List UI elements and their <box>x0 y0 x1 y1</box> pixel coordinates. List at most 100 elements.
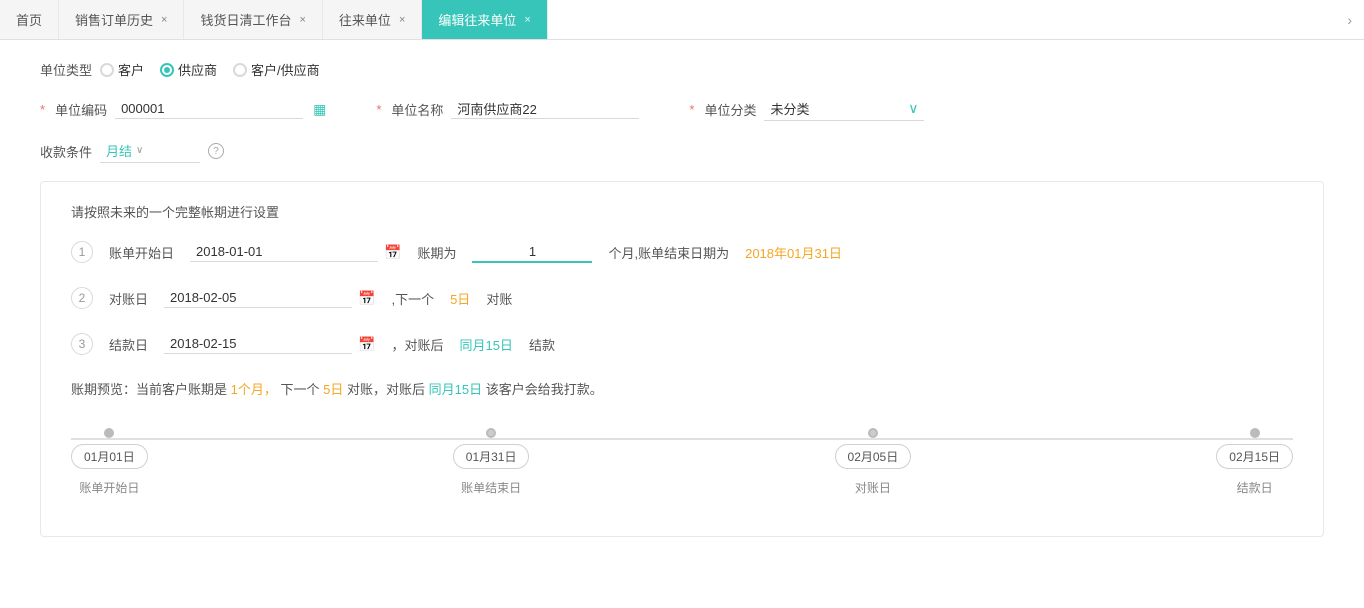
tab-scroll-right[interactable]: › <box>1335 12 1364 28</box>
step-1-date-group: 📅 <box>190 242 401 262</box>
timeline-points: 01月01日 账单开始日 01月31日 账单结束日 02月05日 对账日 02月… <box>71 428 1293 496</box>
step-2-row: 2 对账日 📅 ,下一个 5日 对账 <box>71 287 1293 309</box>
unit-code-star: * <box>40 102 45 117</box>
step-3-note-after: 结款 <box>529 335 555 354</box>
timeline-point-0: 01月01日 账单开始日 <box>71 428 148 496</box>
preview-part2: 5日 <box>323 382 343 397</box>
radio-supplier-dot <box>164 67 170 73</box>
radio-both-label: 客户/供应商 <box>251 60 320 79</box>
main-content: 单位类型 客户 供应商 客户/供应商 <box>0 40 1364 608</box>
tl-label-3: 结款日 <box>1237 479 1273 496</box>
unit-code-icon[interactable]: ▦ <box>313 101 326 118</box>
radio-supplier-circle <box>160 63 174 77</box>
unit-category-star: * <box>689 102 694 117</box>
tab-sales-history[interactable]: 销售订单历史 × <box>59 0 184 39</box>
radio-customer-circle <box>100 63 114 77</box>
radio-supplier[interactable]: 供应商 <box>160 60 217 79</box>
step-3-row: 3 结款日 📅 ，对账后 同月15日 结款 <box>71 333 1293 355</box>
preview-mid: 对账，对账后 <box>347 382 425 397</box>
tl-label-1: 账单结束日 <box>461 479 521 496</box>
tab-sales-history-label: 销售订单历史 <box>75 10 153 29</box>
step-3-label: 结款日 <box>109 335 148 354</box>
unit-category-dropdown[interactable]: 未分类 ∨ <box>764 97 924 121</box>
panel-title: 请按照未来的一个完整帐期进行设置 <box>71 202 1293 221</box>
unit-code-group: * 单位编码 ▦ <box>40 99 326 119</box>
step-3-cal-icon[interactable]: 📅 <box>358 336 375 353</box>
unit-category-label: 单位分类 <box>704 100 756 119</box>
payment-terms-help[interactable]: ? <box>208 143 224 159</box>
preview-part3: 同月15日 <box>429 382 482 397</box>
unit-code-label: 单位编码 <box>55 100 107 119</box>
step-3-num: 3 <box>71 333 93 355</box>
radio-both[interactable]: 客户/供应商 <box>233 60 320 79</box>
step-1-row: 1 账单开始日 📅 账期为 个月,账单结束日期为 2018年01月31日 <box>71 241 1293 263</box>
step-1-num: 1 <box>71 241 93 263</box>
step-2-cal-icon[interactable]: 📅 <box>358 290 375 307</box>
tabs-bar: 首页 销售订单历史 × 钱货日清工作台 × 往来单位 × 编辑往来单位 × › <box>0 0 1364 40</box>
step-1-cal-icon[interactable]: 📅 <box>384 244 401 261</box>
step-2-date-input[interactable] <box>164 288 352 308</box>
step-2-date-group: 📅 <box>164 288 375 308</box>
payment-terms-group: 收款条件 月结 ∨ ? <box>40 139 224 163</box>
unit-category-arrow: ∨ <box>908 100 918 117</box>
tl-label-2: 对账日 <box>855 479 891 496</box>
payment-terms-arrow: ∨ <box>136 145 143 156</box>
settings-panel: 请按照未来的一个完整帐期进行设置 1 账单开始日 📅 账期为 个月,账单结束日期… <box>40 181 1324 537</box>
payment-terms-value: 月结 <box>106 141 132 160</box>
payment-terms-dropdown[interactable]: 月结 ∨ <box>100 139 200 163</box>
tab-home[interactable]: 首页 <box>0 0 59 39</box>
step-3-date-group: 📅 <box>164 334 375 354</box>
tab-edit-partner-close[interactable]: × <box>524 14 530 26</box>
unit-type-radio-group: 客户 供应商 客户/供应商 <box>100 60 320 79</box>
tl-badge-1: 01月31日 <box>453 444 530 469</box>
radio-customer[interactable]: 客户 <box>100 60 144 79</box>
timeline-point-1: 01月31日 账单结束日 <box>453 428 530 496</box>
tl-dot-3 <box>1250 428 1260 438</box>
tab-sales-history-close[interactable]: × <box>161 14 167 26</box>
tab-partner-units[interactable]: 往来单位 × <box>323 0 422 39</box>
radio-both-circle <box>233 63 247 77</box>
timeline-container: 01月01日 账单开始日 01月31日 账单结束日 02月05日 对账日 02月… <box>71 418 1293 516</box>
radio-supplier-label: 供应商 <box>178 60 217 79</box>
unit-category-group: * 单位分类 未分类 ∨ <box>689 97 924 121</box>
unit-category-value: 未分类 <box>770 99 902 118</box>
timeline-point-3: 02月15日 结款日 <box>1216 428 1293 496</box>
tl-badge-0: 01月01日 <box>71 444 148 469</box>
step-2-note-before: ,下一个 <box>391 289 434 308</box>
step-1-period-label: 账期为 <box>417 243 456 262</box>
step-3-note-highlight: 同月15日 <box>459 335 512 354</box>
tl-dot-1 <box>486 428 496 438</box>
preview-end: 该客户会给我打款。 <box>486 382 603 397</box>
payment-terms-label: 收款条件 <box>40 142 92 161</box>
unit-info-row: * 单位编码 ▦ * 单位名称 * 单位分类 未分类 ∨ <box>40 97 1324 121</box>
unit-type-label: 单位类型 <box>40 60 92 79</box>
unit-type-row: 单位类型 客户 供应商 客户/供应商 <box>40 60 1324 79</box>
payment-terms-row: 收款条件 月结 ∨ ? <box>40 139 1324 163</box>
step-3-note-before: ，对账后 <box>391 335 443 354</box>
step-2-num: 2 <box>71 287 93 309</box>
step-1-period-input[interactable] <box>472 242 592 263</box>
step-1-period-end: 2018年01月31日 <box>745 243 842 262</box>
preview-part1: 1个月， <box>231 382 277 397</box>
step-2-note-after: 对账 <box>486 289 512 308</box>
tl-dot-2 <box>868 428 878 438</box>
tab-partner-units-label: 往来单位 <box>339 10 391 29</box>
preview-sep1: 下一个 <box>281 382 320 397</box>
unit-code-input[interactable] <box>115 99 303 119</box>
tab-cash-ledger-label: 钱货日清工作台 <box>200 10 291 29</box>
tab-partner-units-close[interactable]: × <box>399 14 405 26</box>
unit-name-star: * <box>376 102 381 117</box>
step-2-note-highlight: 5日 <box>450 289 470 308</box>
tl-badge-2: 02月05日 <box>835 444 912 469</box>
preview-label: 账期预览：当前客户账期是 <box>71 382 227 397</box>
timeline-point-2: 02月05日 对账日 <box>835 428 912 496</box>
tab-home-label: 首页 <box>16 10 42 29</box>
tab-cash-ledger[interactable]: 钱货日清工作台 × <box>184 0 322 39</box>
tab-edit-partner[interactable]: 编辑往来单位 × <box>422 0 547 39</box>
step-1-period-unit: 个月,账单结束日期为 <box>608 243 729 262</box>
step-1-date-input[interactable] <box>190 242 378 262</box>
unit-name-input[interactable] <box>451 99 639 119</box>
tab-cash-ledger-close[interactable]: × <box>299 14 305 26</box>
step-3-date-input[interactable] <box>164 334 352 354</box>
unit-name-group: * 单位名称 <box>376 99 639 119</box>
